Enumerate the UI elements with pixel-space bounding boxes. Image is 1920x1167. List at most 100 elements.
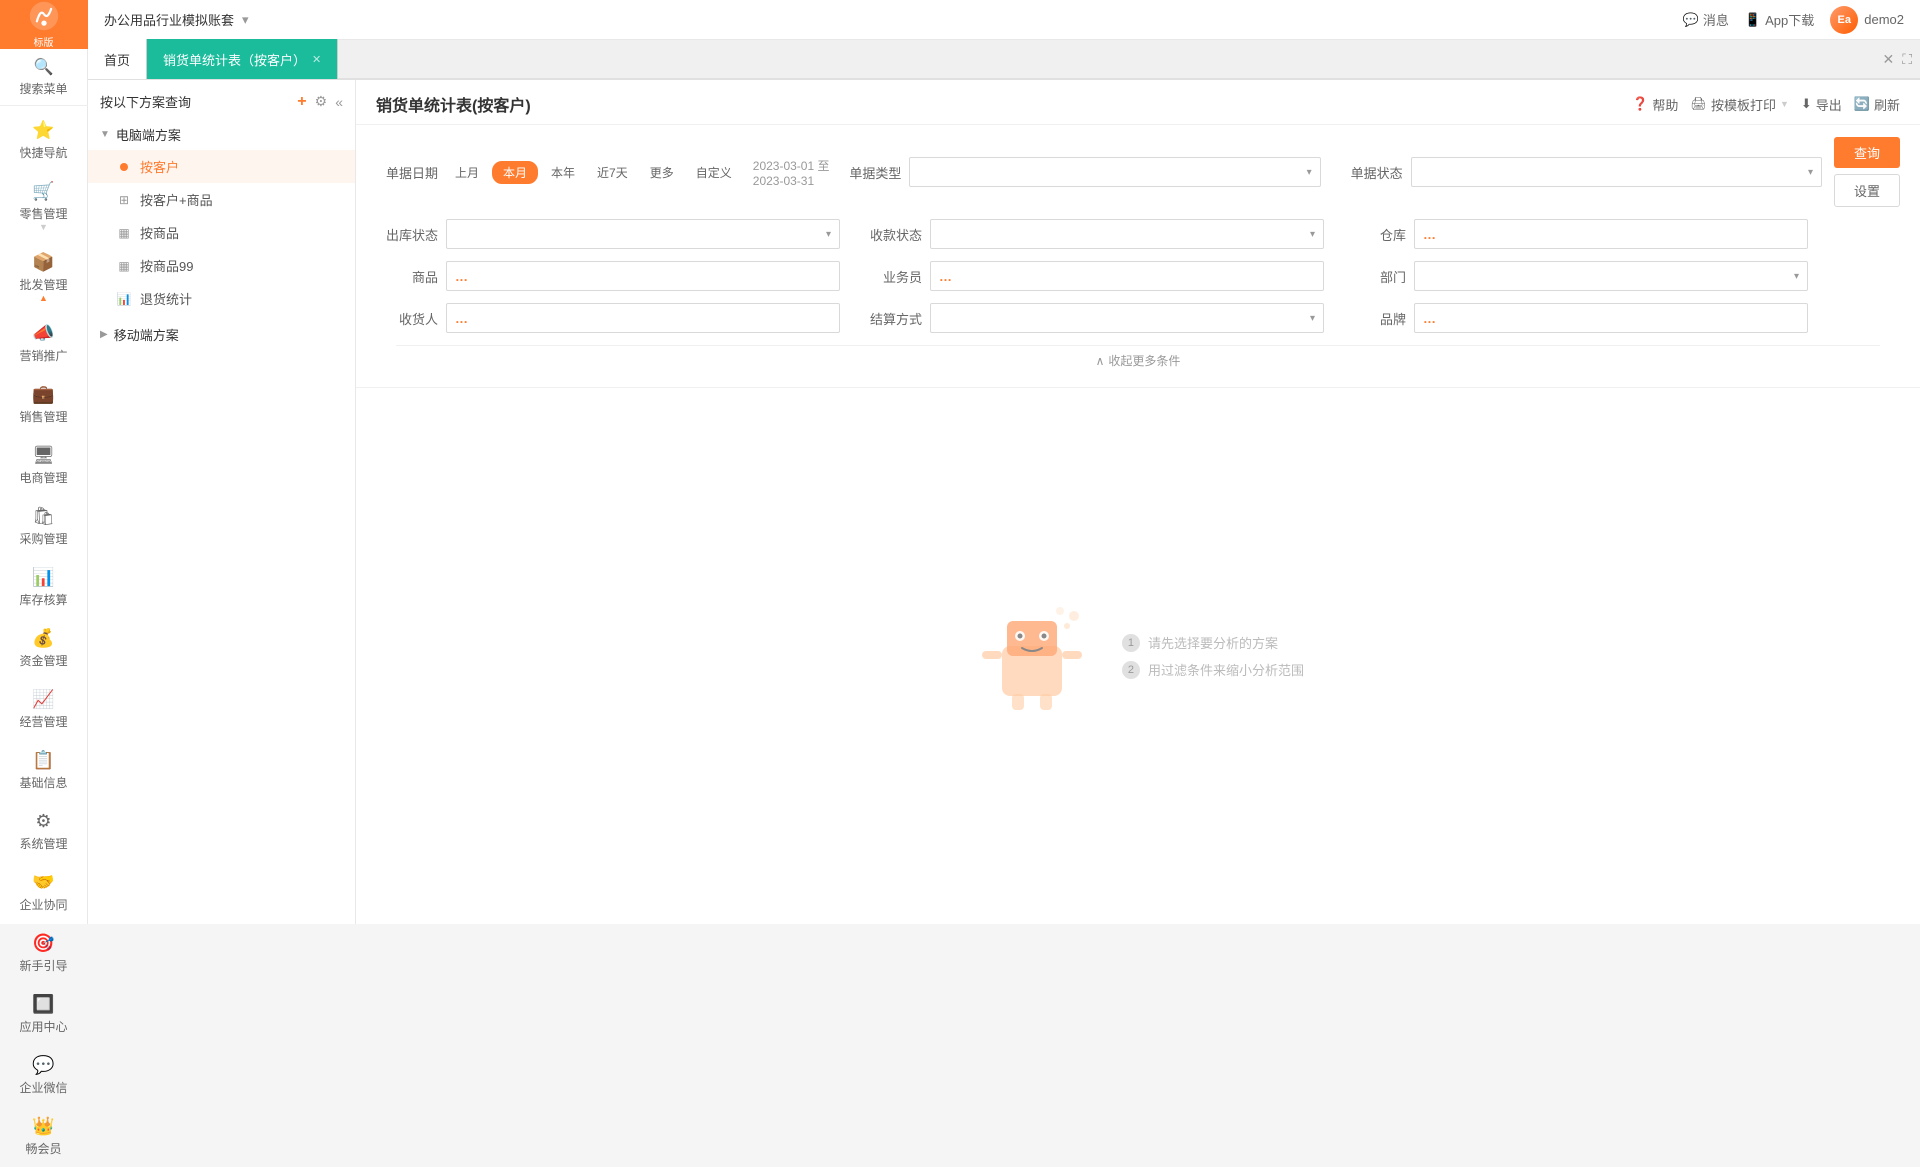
sidebar-item-newbie[interactable]: 🎯 新手引导 bbox=[0, 923, 88, 984]
sidebar-item-ecom[interactable]: 🖥 电商管理 bbox=[0, 435, 88, 496]
scheme-by-customer-product[interactable]: ⊞ 按客户+商品 bbox=[88, 183, 355, 216]
sidebar-item-enterprise[interactable]: 🤝 企业协同 bbox=[0, 862, 88, 923]
sidebar-item-inventory[interactable]: 📊 库存核算 bbox=[0, 557, 88, 618]
tab-home[interactable]: 首页 bbox=[88, 39, 147, 79]
date-tab-last-month[interactable]: 上月 bbox=[446, 161, 488, 184]
sidebar-item-wholesale[interactable]: 📦 批发管理 ▲ bbox=[0, 242, 88, 313]
sidebar-item-finance[interactable]: 💰 资金管理 bbox=[0, 618, 88, 679]
sidebar-item-label: 批发管理 bbox=[19, 276, 67, 293]
content-area: 按以下方案查询 + ⚙ « ▼ 电脑端方案 按客户 ⊞ bbox=[88, 80, 1920, 924]
app-download-btn[interactable]: 📱 App下载 bbox=[1745, 10, 1814, 29]
date-tab-last7[interactable]: 近7天 bbox=[588, 161, 637, 184]
refresh-label: 刷新 bbox=[1874, 95, 1900, 114]
date-tabs: 上月 本月 本年 近7天 更多 自定义 bbox=[446, 161, 741, 184]
mobile-section-title[interactable]: ▶ 移动端方案 bbox=[88, 319, 355, 350]
export-btn[interactable]: ⬇ 导出 bbox=[1801, 95, 1842, 114]
out-status-select[interactable]: ▾ bbox=[446, 219, 840, 249]
query-button[interactable]: 查询 bbox=[1834, 137, 1900, 168]
date-range: 2023-03-01 至 2023-03-31 bbox=[753, 157, 840, 188]
sidebar-item-quicknav[interactable]: ⭐ 快捷导航 bbox=[0, 110, 88, 171]
warehouse-select[interactable]: … bbox=[1414, 219, 1808, 249]
sidebar-item-wechat[interactable]: 💬 企业微信 bbox=[0, 1045, 88, 1106]
scheme-by-product[interactable]: ▦ 按商品 bbox=[88, 216, 355, 249]
inventory-icon: 📊 bbox=[32, 567, 54, 588]
consignee-dots: … bbox=[455, 311, 470, 326]
sidebar-item-system[interactable]: ⚙ 系统管理 bbox=[0, 801, 88, 862]
sidebar-item-label: 电商管理 bbox=[19, 469, 67, 486]
settings-button[interactable]: 设置 bbox=[1834, 174, 1900, 207]
window-maximize-icon[interactable]: ⛶ bbox=[1902, 51, 1912, 68]
operation-icon: 📈 bbox=[32, 689, 54, 710]
sidebar-item-basic[interactable]: 📋 基础信息 bbox=[0, 740, 88, 801]
scheme-by-customer[interactable]: 按客户 bbox=[88, 150, 355, 183]
product-name-area[interactable]: 办公用品行业模拟账套 ▾ bbox=[104, 10, 249, 29]
sidebar-item-purchase[interactable]: 🛍 采购管理 bbox=[0, 496, 88, 557]
filter-row-3: 商品 … 业务员 … 部门 ▾ bbox=[376, 261, 1900, 291]
sidebar-item-member[interactable]: 👑 畅会员 bbox=[0, 1106, 88, 1167]
print-icon: 🖨 bbox=[1690, 96, 1707, 112]
doc-status-select[interactable]: ▾ bbox=[1411, 157, 1822, 187]
brand-select[interactable]: … bbox=[1414, 303, 1808, 333]
doc-type-select[interactable]: ▾ bbox=[909, 157, 1320, 187]
product-select[interactable]: … bbox=[446, 261, 840, 291]
logo-text: 标版 bbox=[34, 34, 54, 49]
desktop-section-title[interactable]: ▼ 电脑端方案 bbox=[88, 119, 355, 150]
panel-header: 按以下方案查询 + ⚙ « bbox=[88, 92, 355, 119]
logo-icon bbox=[28, 0, 60, 32]
tab-close-icon[interactable]: ✕ bbox=[312, 53, 321, 66]
salesperson-select[interactable]: … bbox=[930, 261, 1324, 291]
tab-sales-stat[interactable]: 销货单统计表（按客户） ✕ bbox=[147, 39, 338, 79]
sidebar-search[interactable]: 🔍 搜索菜单 bbox=[0, 49, 88, 106]
print-btn[interactable]: 🖨 按模板打印 ▼ bbox=[1690, 95, 1788, 114]
retail-icon: 🛒 bbox=[32, 181, 54, 202]
scheme-by-product99[interactable]: ▦ 按商品99 bbox=[88, 249, 355, 282]
sidebar-item-marketing[interactable]: 📣 营销推广 bbox=[0, 313, 88, 374]
date-label: 单据日期 bbox=[376, 163, 446, 182]
desktop-section: ▼ 电脑端方案 按客户 ⊞ 按客户+商品 ▦ 按商品 ▦ 按商品99 bbox=[88, 119, 355, 315]
sidebar: 标版 🔍 搜索菜单 ⭐ 快捷导航 🛒 零售管理 ▼ 📦 批发管理 ▲ 📣 营销推… bbox=[0, 0, 88, 924]
refresh-btn[interactable]: 🔄 刷新 bbox=[1854, 95, 1900, 114]
app-logo[interactable]: 标版 bbox=[0, 0, 88, 49]
hint-num-1: 1 bbox=[1122, 634, 1140, 652]
product-label: 商品 bbox=[376, 267, 446, 286]
product-dots: … bbox=[455, 269, 470, 284]
message-label: 消息 bbox=[1703, 10, 1729, 29]
collapse-bar[interactable]: ∧ 收起更多条件 bbox=[396, 345, 1880, 375]
sidebar-item-label: 快捷导航 bbox=[19, 144, 67, 161]
sidebar-item-sales[interactable]: 💼 销售管理 bbox=[0, 374, 88, 435]
date-tab-this-year[interactable]: 本年 bbox=[542, 161, 584, 184]
hint-item-1: 1 请先选择要分析的方案 bbox=[1122, 633, 1304, 652]
date-tab-more[interactable]: 更多 bbox=[641, 161, 683, 184]
newbie-icon: 🎯 bbox=[32, 933, 54, 954]
date-tab-this-month[interactable]: 本月 bbox=[492, 161, 538, 184]
help-btn[interactable]: ❓ 帮助 bbox=[1632, 95, 1678, 114]
sidebar-item-apps[interactable]: 🔲 应用中心 bbox=[0, 984, 88, 1045]
payment-select[interactable]: ▾ bbox=[930, 303, 1324, 333]
export-label: 导出 bbox=[1816, 95, 1842, 114]
sidebar-item-operation[interactable]: 📈 经营管理 bbox=[0, 679, 88, 740]
sidebar-search-label: 搜索菜单 bbox=[19, 80, 67, 97]
message-btn[interactable]: 💬 消息 bbox=[1683, 10, 1729, 29]
sidebar-item-retail[interactable]: 🛒 零售管理 ▼ bbox=[0, 171, 88, 242]
user-menu[interactable]: Ea demo2 bbox=[1830, 6, 1904, 34]
download-icon: 📱 bbox=[1745, 12, 1761, 28]
sidebar-item-label: 资金管理 bbox=[19, 652, 67, 669]
sidebar-item-label: 销售管理 bbox=[19, 408, 67, 425]
window-close-icon[interactable]: ✕ bbox=[1882, 51, 1894, 68]
receipt-status-select[interactable]: ▾ bbox=[930, 219, 1324, 249]
sidebar-item-label: 畅会员 bbox=[25, 1140, 61, 1157]
filter-row-date: 单据日期 上月 本月 本年 近7天 更多 自定义 2023-03-01 至 20… bbox=[376, 137, 1900, 207]
collapse-panel-btn[interactable]: « bbox=[335, 94, 343, 110]
dept-select[interactable]: ▾ bbox=[1414, 261, 1808, 291]
receipt-status-chevron: ▾ bbox=[1310, 229, 1315, 240]
date-tab-custom[interactable]: 自定义 bbox=[687, 161, 741, 184]
sidebar-item-label: 应用中心 bbox=[19, 1018, 67, 1035]
scheme-return-stat[interactable]: 📊 退货统计 bbox=[88, 282, 355, 315]
product-dropdown-icon[interactable]: ▾ bbox=[242, 12, 249, 28]
tab-bar: 首页 销货单统计表（按客户） ✕ ✕ ⛶ bbox=[88, 40, 1920, 80]
settings-scheme-btn[interactable]: ⚙ bbox=[315, 93, 328, 110]
username: demo2 bbox=[1864, 12, 1904, 27]
chevron-down-icon: ▼ bbox=[39, 222, 48, 232]
consignee-select[interactable]: … bbox=[446, 303, 840, 333]
add-scheme-btn[interactable]: + bbox=[297, 93, 306, 111]
